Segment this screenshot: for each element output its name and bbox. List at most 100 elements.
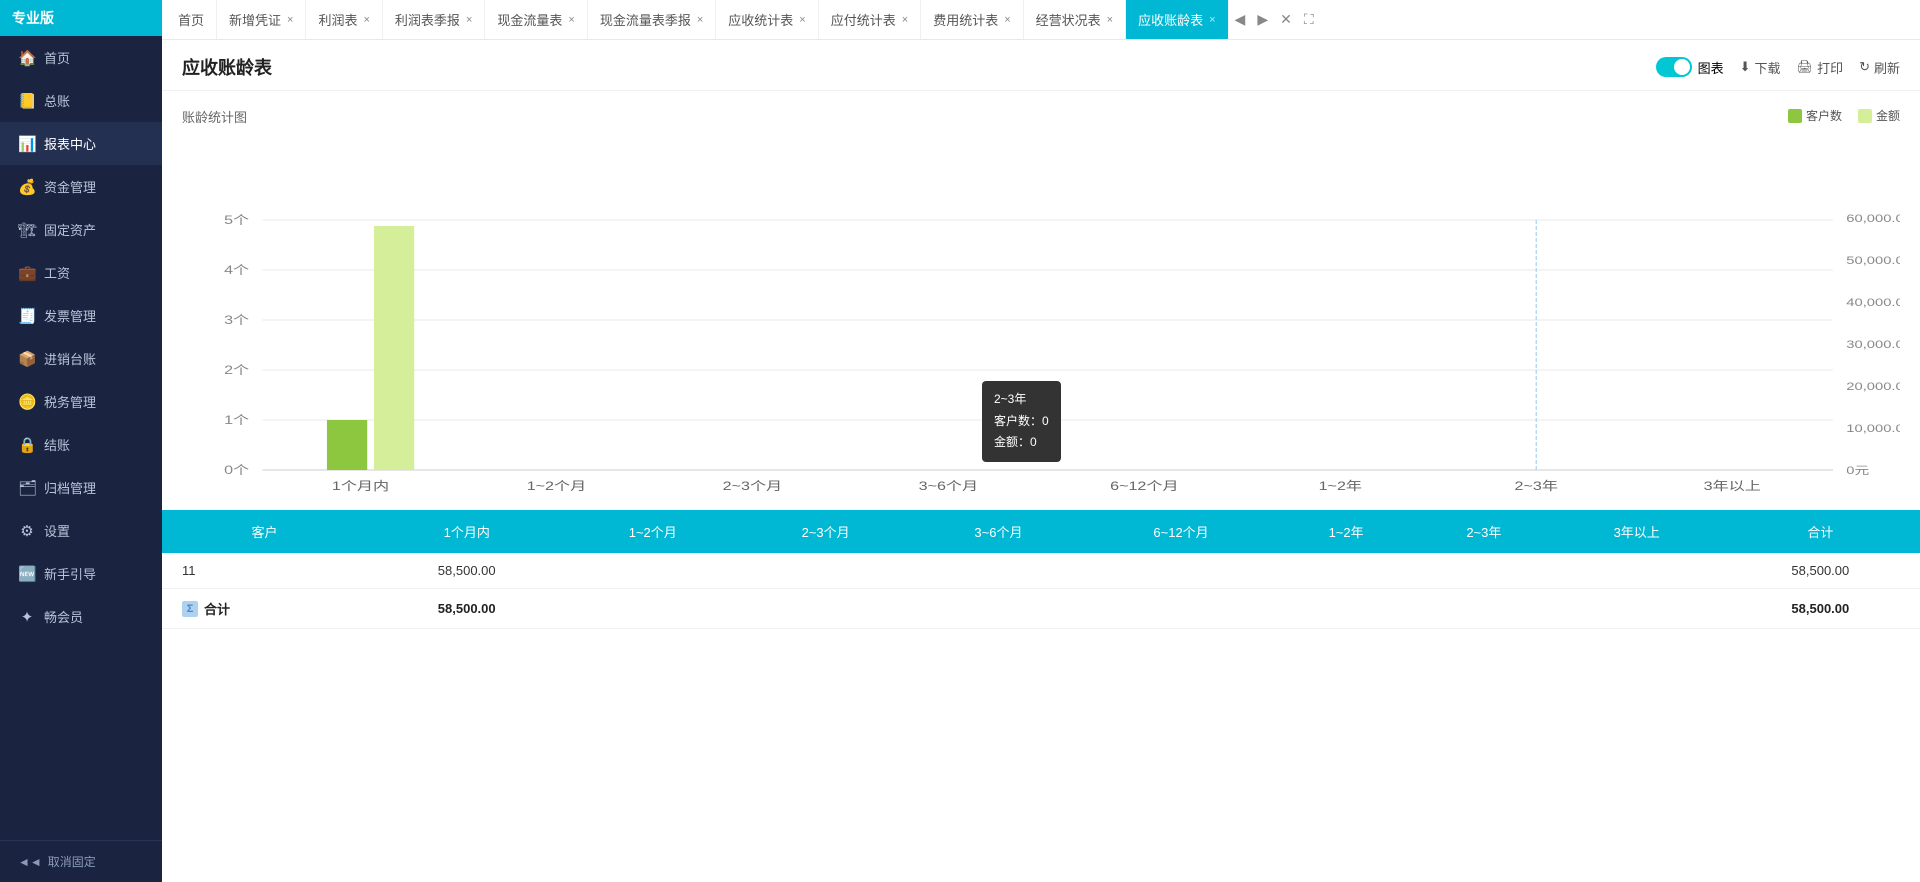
invoice-icon: 🧾 (18, 307, 36, 325)
svg-text:2~3个月: 2~3个月 (723, 480, 782, 494)
tab-profit-close[interactable]: × (363, 14, 369, 26)
page-title: 应收账龄表 (182, 54, 272, 80)
tab-profit-q-close[interactable]: × (466, 14, 472, 26)
table-header-row: 客户 1个月内 1~2个月 2~3个月 3~6个月 6~12个月 1~2年 2~… (162, 510, 1920, 553)
sidebar-pin-label: 取消固定 (48, 853, 96, 870)
refresh-btn[interactable]: ↻ 刷新 (1859, 58, 1900, 77)
col-y12: 1~2年 (1277, 510, 1415, 553)
tab-ar-aging-label: 应收账龄表 (1138, 10, 1203, 29)
sidebar: 专业版 🏠 首页 📒 总账 📊 报表中心 💰 资金管理 🏗 固定资产 💼 工资 … (0, 0, 162, 882)
tab-prev-btn[interactable]: ◀ (1229, 0, 1252, 39)
tab-expense-close[interactable]: × (1004, 14, 1010, 26)
tab-profit[interactable]: 利润表 × (306, 0, 382, 39)
tab-home[interactable]: 首页 (166, 0, 217, 39)
sidebar-label-member: 畅会员 (44, 607, 83, 626)
member-icon: ✦ (18, 608, 36, 626)
tab-ar-stat-close[interactable]: × (799, 14, 805, 26)
chart-toggle[interactable] (1656, 57, 1692, 77)
tab-biz-stat-label: 经营状况表 (1036, 10, 1101, 29)
print-btn[interactable]: 🖨 打印 (1797, 58, 1844, 77)
tab-voucher-label: 新增凭证 (229, 10, 281, 29)
tab-biz-stat-close[interactable]: × (1107, 14, 1113, 26)
tab-cashflow-q-close[interactable]: × (697, 14, 703, 26)
sidebar-pin-toggle[interactable]: ◄◄ 取消固定 (0, 840, 162, 882)
bar-customers-m1 (327, 420, 367, 470)
data-table: 客户 1个月内 1~2个月 2~3个月 3~6个月 6~12个月 1~2年 2~… (162, 510, 1920, 629)
assets-icon: 🏗 (18, 221, 36, 239)
svg-text:6~12个月: 6~12个月 (1110, 480, 1178, 494)
tab-ar-stat[interactable]: 应收统计表 × (716, 0, 818, 39)
cell-m23 (739, 553, 912, 589)
legend-amount-label: 金额 (1876, 107, 1900, 124)
ledger-icon: 📒 (18, 92, 36, 110)
download-icon: ⬇ (1740, 59, 1751, 75)
sidebar-item-funds[interactable]: 💰 资金管理 (0, 165, 162, 208)
col-m36: 3~6个月 (912, 510, 1085, 553)
sidebar-item-settings[interactable]: ⚙ 设置 (0, 509, 162, 552)
sidebar-item-guide[interactable]: 🆕 新手引导 (0, 552, 162, 595)
tab-profit-q[interactable]: 利润表季报 × (383, 0, 485, 39)
total-y12 (1277, 589, 1415, 629)
tab-ar-aging-close[interactable]: × (1209, 14, 1215, 26)
cell-y12 (1277, 553, 1415, 589)
cell-m12 (566, 553, 739, 589)
cell-m1: 58,500.00 (367, 553, 566, 589)
sidebar-item-reports[interactable]: 📊 报表中心 (0, 122, 162, 165)
svg-text:0元: 0元 (1846, 464, 1869, 477)
sidebar-item-invoice[interactable]: 🧾 发票管理 (0, 294, 162, 337)
cell-y23 (1415, 553, 1553, 589)
tab-voucher-close[interactable]: × (287, 14, 293, 26)
tab-ap-stat[interactable]: 应付统计表 × (819, 0, 921, 39)
page-header: 应收账龄表 图表 ⬇ 下载 🖨 打印 ↻ 刷新 (162, 40, 1920, 91)
tab-cashflow[interactable]: 现金流量表 × (485, 0, 587, 39)
svg-text:5个: 5个 (224, 214, 249, 228)
download-btn[interactable]: ⬇ 下载 (1740, 58, 1781, 77)
svg-text:1~2年: 1~2年 (1319, 480, 1362, 494)
tab-expense[interactable]: 费用统计表 × (921, 0, 1023, 39)
tab-ap-stat-close[interactable]: × (902, 14, 908, 26)
svg-text:60,000.00元: 60,000.00元 (1846, 212, 1900, 225)
tab-biz-stat[interactable]: 经营状况表 × (1024, 0, 1126, 39)
sidebar-item-inout[interactable]: 📦 进销台账 (0, 337, 162, 380)
sidebar-item-ledger[interactable]: 📒 总账 (0, 79, 162, 122)
sidebar-label-tax: 税务管理 (44, 392, 96, 411)
tab-voucher[interactable]: 新增凭证 × (217, 0, 306, 39)
tab-close-all-btn[interactable]: ✕ (1274, 0, 1298, 39)
total-m1: 58,500.00 (367, 589, 566, 629)
archive-icon: 🗂 (18, 479, 36, 497)
tab-ar-aging[interactable]: 应收账龄表 × (1126, 0, 1228, 39)
chart-legend: 客户数 金额 (1788, 107, 1900, 124)
table-section: 客户 1个月内 1~2个月 2~3个月 3~6个月 6~12个月 1~2年 2~… (162, 510, 1920, 882)
sidebar-item-member[interactable]: ✦ 畅会员 (0, 595, 162, 638)
col-m23: 2~3个月 (739, 510, 912, 553)
cell-m36 (912, 553, 1085, 589)
print-icon: 🖨 (1797, 59, 1814, 75)
sidebar-item-archive[interactable]: 🗂 归档管理 (0, 466, 162, 509)
tab-expand-btn[interactable]: ⛶ (1298, 0, 1320, 39)
sidebar-item-assets[interactable]: 🏗 固定资产 (0, 208, 162, 251)
sidebar-item-closing[interactable]: 🔒 结账 (0, 423, 162, 466)
guide-icon: 🆕 (18, 565, 36, 583)
sidebar-item-tax[interactable]: 🪙 税务管理 (0, 380, 162, 423)
cell-m612 (1085, 553, 1277, 589)
tab-cashflow-close[interactable]: × (568, 14, 574, 26)
sidebar-logo: 专业版 (0, 0, 162, 36)
tab-cashflow-q[interactable]: 现金流量表季报 × (588, 0, 716, 39)
sidebar-item-home[interactable]: 🏠 首页 (0, 36, 162, 79)
svg-text:20,000.00元: 20,000.00元 (1846, 380, 1900, 393)
tab-next-btn[interactable]: ▶ (1251, 0, 1274, 39)
chart-container: 账龄统计图 客户数 金额 0个 1个 2个 3个 4个 5个 (162, 91, 1920, 510)
svg-text:0个: 0个 (224, 464, 249, 478)
legend-customers-label: 客户数 (1806, 107, 1842, 124)
sidebar-item-salary[interactable]: 💼 工资 (0, 251, 162, 294)
svg-text:2个: 2个 (224, 364, 249, 378)
col-m612: 6~12个月 (1085, 510, 1277, 553)
sidebar-label-settings: 设置 (44, 521, 70, 540)
tab-cashflow-q-label: 现金流量表季报 (600, 10, 691, 29)
chart-svg: 0个 1个 2个 3个 4个 5个 0元 10,000.00元 20,000.0… (182, 134, 1900, 494)
chart-toggle-group: 图表 (1656, 57, 1724, 77)
sidebar-label-home: 首页 (44, 48, 70, 67)
header-actions: 图表 ⬇ 下载 🖨 打印 ↻ 刷新 (1656, 57, 1900, 77)
col-m1: 1个月内 (367, 510, 566, 553)
sidebar-label-closing: 结账 (44, 435, 70, 454)
